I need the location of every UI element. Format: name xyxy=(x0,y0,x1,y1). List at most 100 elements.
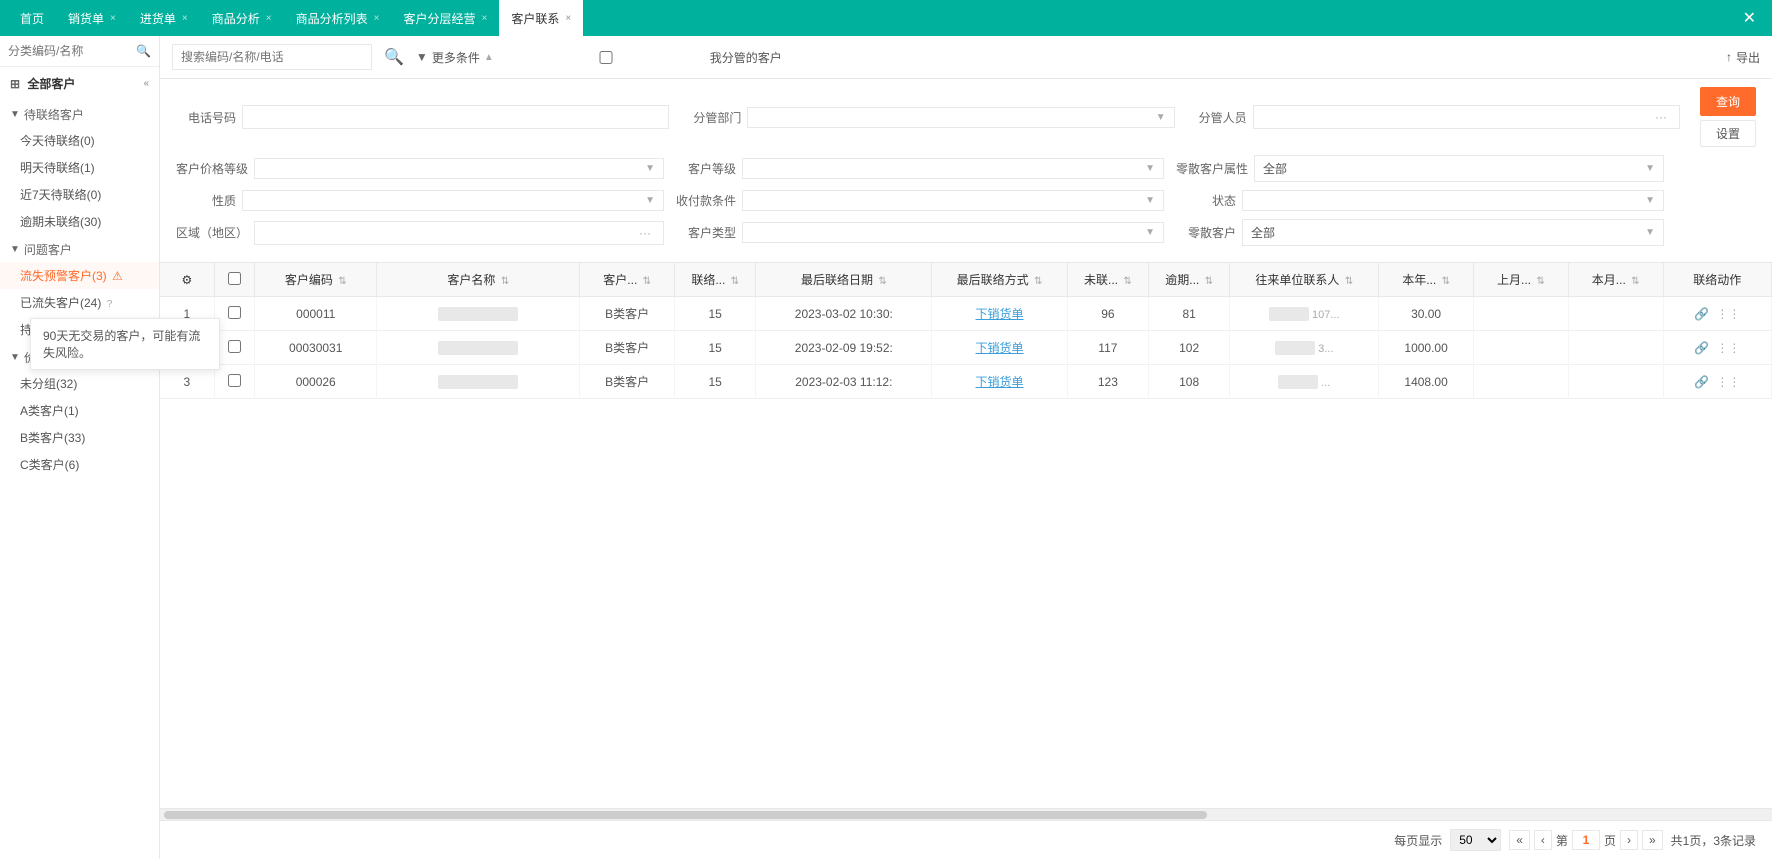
nav-sales[interactable]: 销货单 × xyxy=(56,0,128,36)
row-link-icon-1[interactable]: 🔗 xyxy=(1694,341,1709,355)
row-checkbox-2[interactable] xyxy=(228,374,241,387)
more-conditions-btn[interactable]: ▼ 更多条件 ▲ xyxy=(416,49,494,66)
sidebar-item-a-class[interactable]: A类客户(1) xyxy=(0,397,159,424)
row-link-icon-2[interactable]: 🔗 xyxy=(1694,375,1709,389)
zero-select[interactable]: 全部 ▼ xyxy=(1242,219,1664,246)
col-overdue[interactable]: 逾期... ⇅ xyxy=(1149,263,1230,297)
close-analysis-list-icon[interactable]: × xyxy=(374,13,380,24)
row-last-method[interactable]: 下销货单 xyxy=(932,297,1067,331)
nav-purchase[interactable]: 进货单 × xyxy=(128,0,200,36)
sidebar-item-ungroup[interactable]: 未分组(32) xyxy=(0,370,159,397)
col-last-date[interactable]: 最后联络日期 ⇅ xyxy=(756,263,932,297)
col-last-month[interactable]: 上月... ⇅ xyxy=(1473,263,1568,297)
nav-analysis[interactable]: 商品分析 × xyxy=(200,0,284,36)
sidebar-section-problem[interactable]: ▼ 问题客户 xyxy=(0,235,159,262)
col-person[interactable]: 往来单位联系人 ⇅ xyxy=(1230,263,1379,297)
action-buttons: 查询 设置 xyxy=(1700,87,1756,147)
row-last-method[interactable]: 下销货单 xyxy=(932,331,1067,365)
my-customers-checkbox-label[interactable]: 我分管的客户 xyxy=(506,49,782,66)
page-prefix-label: 第 xyxy=(1556,832,1568,849)
nav-customer-contact[interactable]: 客户联系 × xyxy=(499,0,583,36)
col-type[interactable]: 客户... ⇅ xyxy=(580,263,675,297)
sidebar-all-customers[interactable]: ⊞ 全部客户 « xyxy=(0,67,159,100)
query-button[interactable]: 查询 xyxy=(1700,87,1756,116)
row-overdue: 108 xyxy=(1149,365,1230,399)
export-button[interactable]: ↑ 导出 xyxy=(1726,49,1760,66)
sidebar-item-today[interactable]: 今天待联络(0) xyxy=(0,127,159,154)
row-contact-count: 15 xyxy=(675,297,756,331)
page-last-btn[interactable]: » xyxy=(1642,830,1663,850)
row-link-icon-0[interactable]: 🔗 xyxy=(1694,307,1709,321)
close-sales-icon[interactable]: × xyxy=(110,13,116,24)
status-select[interactable]: ▼ xyxy=(1242,190,1664,211)
select-all-checkbox[interactable] xyxy=(228,272,241,285)
level-select[interactable]: ▼ xyxy=(742,158,1164,179)
dept-select[interactable]: ▼ xyxy=(747,107,1174,128)
col-unlisted[interactable]: 未联... ⇅ xyxy=(1067,263,1148,297)
col-code[interactable]: 客户编码 ⇅ xyxy=(255,263,377,297)
region-select[interactable]: ··· xyxy=(254,221,664,245)
window-close-button[interactable]: ✕ xyxy=(1735,8,1764,28)
row-checkbox-cell[interactable] xyxy=(214,331,255,365)
sidebar-item-c-class[interactable]: C类客户(6) xyxy=(0,451,159,478)
person-dots[interactable]: ··· xyxy=(1651,110,1671,124)
nav-analysis-list[interactable]: 商品分析列表 × xyxy=(284,0,392,36)
sidebar-search-input[interactable] xyxy=(8,44,132,58)
level-caret-icon: ▼ xyxy=(1145,163,1155,174)
sidebar-section-pending[interactable]: ▼ 待联络客户 xyxy=(0,100,159,127)
my-customers-checkbox[interactable] xyxy=(506,51,706,64)
settings-button[interactable]: 设置 xyxy=(1700,120,1756,147)
row-menu-icon-0[interactable]: ⋮⋮ xyxy=(1716,307,1740,321)
type-select[interactable]: ▼ xyxy=(742,222,1164,243)
sidebar-item-churned[interactable]: 已流失客户(24) ? xyxy=(0,289,159,316)
col-last-method[interactable]: 最后联络方式 ⇅ xyxy=(932,263,1067,297)
sidebar-item-overdue[interactable]: 逾期未联络(30) xyxy=(0,208,159,235)
per-page-select[interactable]: 50 100 xyxy=(1450,829,1501,851)
row-name xyxy=(377,297,580,331)
close-purchase-icon[interactable]: × xyxy=(182,13,188,24)
col-this-year[interactable]: 本年... ⇅ xyxy=(1379,263,1474,297)
row-checkbox-1[interactable] xyxy=(228,340,241,353)
col-checkbox[interactable] xyxy=(214,263,255,297)
warning-icon: ⚠ xyxy=(112,269,123,283)
close-contact-icon[interactable]: × xyxy=(565,13,571,24)
zero-attr-select[interactable]: 全部 ▼ xyxy=(1254,155,1664,182)
phone-input[interactable] xyxy=(242,105,669,129)
phone-label: 电话号码 xyxy=(176,109,236,126)
horizontal-scrollbar[interactable] xyxy=(160,808,1772,820)
scrollbar-thumb[interactable] xyxy=(164,811,1207,819)
sort-name-icon: ⇅ xyxy=(501,276,509,287)
col-contact[interactable]: 联络... ⇅ xyxy=(675,263,756,297)
col-name[interactable]: 客户名称 ⇅ xyxy=(377,263,580,297)
row-menu-icon-2[interactable]: ⋮⋮ xyxy=(1716,375,1740,389)
search-input[interactable] xyxy=(172,44,372,70)
payment-select[interactable]: ▼ xyxy=(742,190,1164,211)
col-settings[interactable]: ⚙ xyxy=(160,263,214,297)
sidebar-item-b-class[interactable]: B类客户(33) xyxy=(0,424,159,451)
col-this-month[interactable]: 本月... ⇅ xyxy=(1568,263,1663,297)
close-analysis-icon[interactable]: × xyxy=(266,13,272,24)
region-dots[interactable]: ··· xyxy=(635,226,655,240)
price-level-select[interactable]: ▼ xyxy=(254,158,664,179)
person-select[interactable]: ··· xyxy=(1253,105,1680,129)
page-prev-btn[interactable]: ‹ xyxy=(1534,830,1552,850)
row-name xyxy=(377,331,580,365)
nav-customer-tier[interactable]: 客户分层经营 × xyxy=(391,0,499,36)
row-checkbox-0[interactable] xyxy=(228,306,241,319)
close-tier-icon[interactable]: × xyxy=(481,13,487,24)
row-menu-icon-1[interactable]: ⋮⋮ xyxy=(1716,341,1740,355)
sidebar-item-week[interactable]: 近7天待联络(0) xyxy=(0,181,159,208)
adv-filter-row-1: 电话号码 分管部门 ▼ 分管人员 ··· xyxy=(176,87,1756,147)
page-next-btn[interactable]: › xyxy=(1620,830,1638,850)
search-btn-icon[interactable]: 🔍 xyxy=(384,47,404,67)
nature-select[interactable]: ▼ xyxy=(242,190,664,211)
sidebar-item-churn-warning[interactable]: 流失预警客户(3) ⚠ xyxy=(0,262,159,289)
row-last-method[interactable]: 下销货单 xyxy=(932,365,1067,399)
row-checkbox-cell[interactable] xyxy=(214,297,255,331)
page-first-btn[interactable]: « xyxy=(1509,830,1530,850)
row-checkbox-cell[interactable] xyxy=(214,365,255,399)
content-area: 🔍 ▼ 更多条件 ▲ 我分管的客户 ↑ 导出 电话号码 xyxy=(160,36,1772,859)
type-caret-icon: ▼ xyxy=(1145,227,1155,238)
sidebar-item-tomorrow[interactable]: 明天待联络(1) xyxy=(0,154,159,181)
nav-home[interactable]: 首页 xyxy=(8,0,56,36)
